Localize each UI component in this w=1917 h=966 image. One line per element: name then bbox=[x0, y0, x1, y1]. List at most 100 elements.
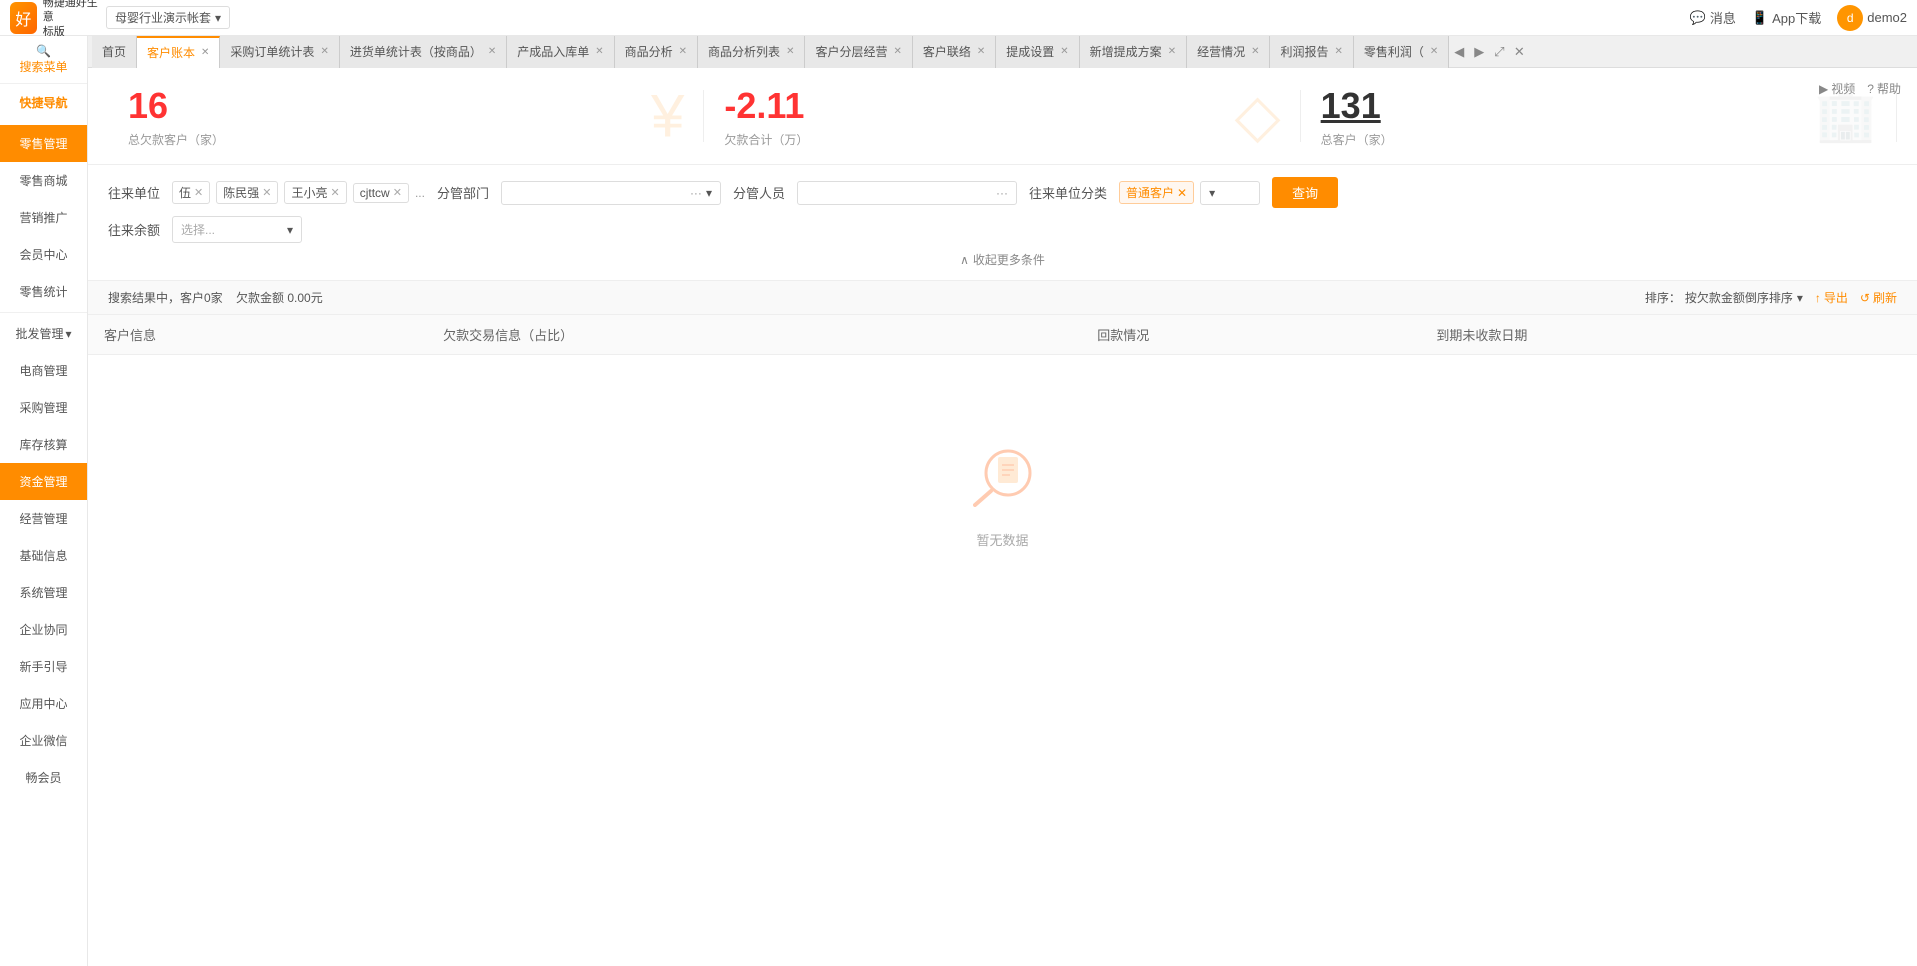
table-header-row: 客户信息 欠款交易信息（占比） 回款情况 到期未收款日期 bbox=[88, 315, 1917, 355]
sidebar-item-retail-stats[interactable]: 零售统计 bbox=[0, 273, 87, 310]
tab-close-purchase-order[interactable]: ✕ bbox=[320, 46, 328, 57]
tab-product-analysis[interactable]: 商品分析 ✕ bbox=[615, 36, 698, 68]
app-download-button[interactable]: 📱 App下载 bbox=[1752, 8, 1821, 27]
tabs-scroll-right[interactable]: ▶ bbox=[1469, 36, 1489, 68]
query-button[interactable]: 查询 bbox=[1272, 177, 1338, 208]
category-tag-remove[interactable]: ✕ bbox=[1177, 186, 1187, 200]
unit-tag-chen-remove[interactable]: ✕ bbox=[262, 186, 271, 199]
sidebar-item-basic-info[interactable]: 基础信息 bbox=[0, 537, 87, 574]
stat-total-value: 131 bbox=[1321, 84, 1381, 127]
account-selector[interactable]: 母婴行业演示帐套 ▾ bbox=[106, 6, 230, 29]
tab-close-cost-inbound[interactable]: ✕ bbox=[595, 46, 603, 57]
sidebar-item-operations-mgmt[interactable]: 经营管理 bbox=[0, 500, 87, 537]
unit-tags-more[interactable]: ... bbox=[415, 186, 425, 200]
tab-promotion-settings[interactable]: 提成设置 ✕ bbox=[996, 36, 1079, 68]
sidebar-item-system-mgmt[interactable]: 系统管理 bbox=[0, 574, 87, 611]
user-menu[interactable]: d demo2 bbox=[1837, 5, 1907, 31]
unit-tag-cjttcw: cjttcw ✕ bbox=[353, 183, 409, 203]
tab-profit-report[interactable]: 利润报告 ✕ bbox=[1270, 36, 1353, 68]
col-debit-info: 欠款交易信息（占比） bbox=[427, 315, 1081, 355]
mobile-icon: 📱 bbox=[1752, 10, 1768, 26]
stat-total-label: 总客户（家） bbox=[1321, 131, 1393, 148]
filter-section: 往来单位 伍 ✕ 陈民强 ✕ 王小亮 bbox=[88, 165, 1917, 281]
tab-close-product-analysis-list[interactable]: ✕ bbox=[786, 46, 794, 57]
person-filter-select[interactable]: ··· bbox=[797, 181, 1017, 205]
tab-customer-contact[interactable]: 客户联络 ✕ bbox=[913, 36, 996, 68]
collapse-up-icon: ∧ bbox=[960, 253, 969, 267]
sidebar-item-new-guide[interactable]: 新手引导 bbox=[0, 648, 87, 685]
tab-new-achievement[interactable]: 新增提成方案 ✕ bbox=[1080, 36, 1187, 68]
message-icon: 💬 bbox=[1690, 10, 1706, 26]
tab-close-customer-tier[interactable]: ✕ bbox=[893, 46, 901, 57]
results-bar-right: 排序： 按欠款金额倒序排序 ▾ ↑ 导出 ↺ 刷新 bbox=[1645, 289, 1897, 306]
tab-home[interactable]: 首页 bbox=[92, 36, 137, 68]
export-icon: ↑ bbox=[1815, 291, 1821, 305]
tabs-close-all[interactable]: ✕ bbox=[1509, 36, 1529, 68]
tab-close-customer-contact[interactable]: ✕ bbox=[977, 46, 985, 57]
sidebar-item-member-center[interactable]: 会员中心 bbox=[0, 236, 87, 273]
chevron-down-icon: ▾ bbox=[215, 11, 221, 25]
sidebar-search[interactable]: 🔍 搜索菜单 bbox=[0, 36, 87, 84]
tab-close-accounts[interactable]: ✕ bbox=[201, 47, 209, 58]
export-button[interactable]: ↑ 导出 bbox=[1815, 289, 1848, 306]
category-filter-area: 普通客户 ✕ ▾ bbox=[1119, 181, 1260, 205]
sidebar-item-inventory-check[interactable]: 库存核算 bbox=[0, 426, 87, 463]
sidebar-divider-1 bbox=[0, 312, 87, 313]
sidebar-item-nav[interactable]: 快捷导航 bbox=[0, 84, 87, 121]
sidebar-nav: 零售管理 零售商城 营销推广 会员中心 零售统计 批发管理 bbox=[0, 121, 87, 800]
unit-filter-tags: 伍 ✕ 陈民强 ✕ 王小亮 ✕ bbox=[172, 181, 425, 204]
unit-tag-wu-remove[interactable]: ✕ bbox=[194, 186, 203, 199]
tab-inbound-stat[interactable]: 进货单统计表（按商品） ✕ bbox=[340, 36, 507, 68]
help-links: ▶ 视频 ? 帮助 bbox=[1819, 80, 1901, 97]
logo-area: 好 畅捷通好生意 标版 bbox=[10, 0, 98, 39]
tab-customer-tier[interactable]: 客户分层经营 ✕ bbox=[805, 36, 912, 68]
unit-tag-wang: 王小亮 ✕ bbox=[284, 181, 346, 204]
chevron-icon: ▾ bbox=[65, 327, 71, 341]
tabs-bar: 首页 客户账本 ✕ 采购订单统计表 ✕ 进货单统计表（按商品） ✕ 产成品入库单… bbox=[88, 36, 1917, 68]
tab-product-analysis-list[interactable]: 商品分析列表 ✕ bbox=[698, 36, 805, 68]
tab-close-new-achievement[interactable]: ✕ bbox=[1168, 46, 1176, 57]
tab-cost-inbound[interactable]: 产成品入库单 ✕ bbox=[507, 36, 614, 68]
video-help-link[interactable]: ▶ 视频 bbox=[1819, 80, 1855, 97]
category-filter-select[interactable]: ▾ bbox=[1200, 181, 1260, 205]
sidebar-item-purchase-mgmt[interactable]: 采购管理 bbox=[0, 389, 87, 426]
sidebar-item-retail-mall[interactable]: 零售商城 bbox=[0, 162, 87, 199]
tab-close-retail-profit[interactable]: ✕ bbox=[1430, 46, 1438, 57]
tabs-scroll-left[interactable]: ◀ bbox=[1449, 36, 1469, 68]
tab-close-operations[interactable]: ✕ bbox=[1251, 46, 1259, 57]
empty-icon bbox=[953, 435, 1053, 518]
search-icon: 🔍 bbox=[6, 44, 81, 58]
tab-purchase-order[interactable]: 采购订单统计表 ✕ bbox=[220, 36, 339, 68]
unit-tag-cjttcw-remove[interactable]: ✕ bbox=[393, 186, 402, 199]
refresh-button[interactable]: ↺ 刷新 bbox=[1860, 289, 1897, 306]
help-link-button[interactable]: ? 帮助 bbox=[1867, 80, 1901, 97]
unit-tag-wang-remove[interactable]: ✕ bbox=[331, 186, 340, 199]
sidebar-item-retail-mgmt[interactable]: 零售管理 bbox=[0, 125, 87, 162]
stat-owing-label: 总欠款客户（家） bbox=[128, 131, 224, 148]
tab-close-promotion-settings[interactable]: ✕ bbox=[1060, 46, 1068, 57]
collapse-button[interactable]: ∧ 收起更多条件 bbox=[960, 251, 1045, 268]
main-content: ¥ 16 总欠款客户（家） ◇ -2.11 欠款合计（万） 🏢 131 bbox=[88, 68, 1917, 966]
avatar: d bbox=[1837, 5, 1863, 31]
sidebar-item-ecommerce-mgmt[interactable]: 电商管理 bbox=[0, 352, 87, 389]
dept-filter-select[interactable]: ··· ▾ bbox=[501, 181, 721, 205]
category-tag-normal: 普通客户 ✕ bbox=[1119, 181, 1194, 204]
tab-close-product-analysis[interactable]: ✕ bbox=[679, 46, 687, 57]
tabs-maximize[interactable]: ⤢ bbox=[1489, 36, 1509, 68]
sidebar-item-enterprise-coop[interactable]: 企业协同 bbox=[0, 611, 87, 648]
stat-total-customers: 🏢 131 总客户（家） bbox=[1301, 84, 1897, 148]
sidebar-item-marketing[interactable]: 营销推广 bbox=[0, 199, 87, 236]
sidebar-item-capital-mgmt[interactable]: 资金管理 bbox=[0, 463, 87, 500]
tab-close-inbound-stat[interactable]: ✕ bbox=[488, 46, 496, 57]
tab-retail-profit[interactable]: 零售利润（ ✕ bbox=[1354, 36, 1449, 68]
sort-selector[interactable]: 排序： 按欠款金额倒序排序 ▾ bbox=[1645, 289, 1803, 306]
sidebar-item-wholesale-mgmt[interactable]: 批发管理 ▾ bbox=[0, 315, 87, 352]
sidebar-item-vip-member[interactable]: 畅会员 bbox=[0, 759, 87, 796]
tab-accounts[interactable]: 客户账本 ✕ bbox=[137, 36, 220, 68]
message-button[interactable]: 💬 消息 bbox=[1690, 8, 1736, 27]
tab-close-profit-report[interactable]: ✕ bbox=[1335, 46, 1343, 57]
tab-operations[interactable]: 经营情况 ✕ bbox=[1187, 36, 1270, 68]
sidebar-item-enterprise-wechat[interactable]: 企业微信 bbox=[0, 722, 87, 759]
sidebar-item-app-center[interactable]: 应用中心 bbox=[0, 685, 87, 722]
balance-filter-select[interactable]: 选择... ▾ bbox=[172, 216, 302, 243]
